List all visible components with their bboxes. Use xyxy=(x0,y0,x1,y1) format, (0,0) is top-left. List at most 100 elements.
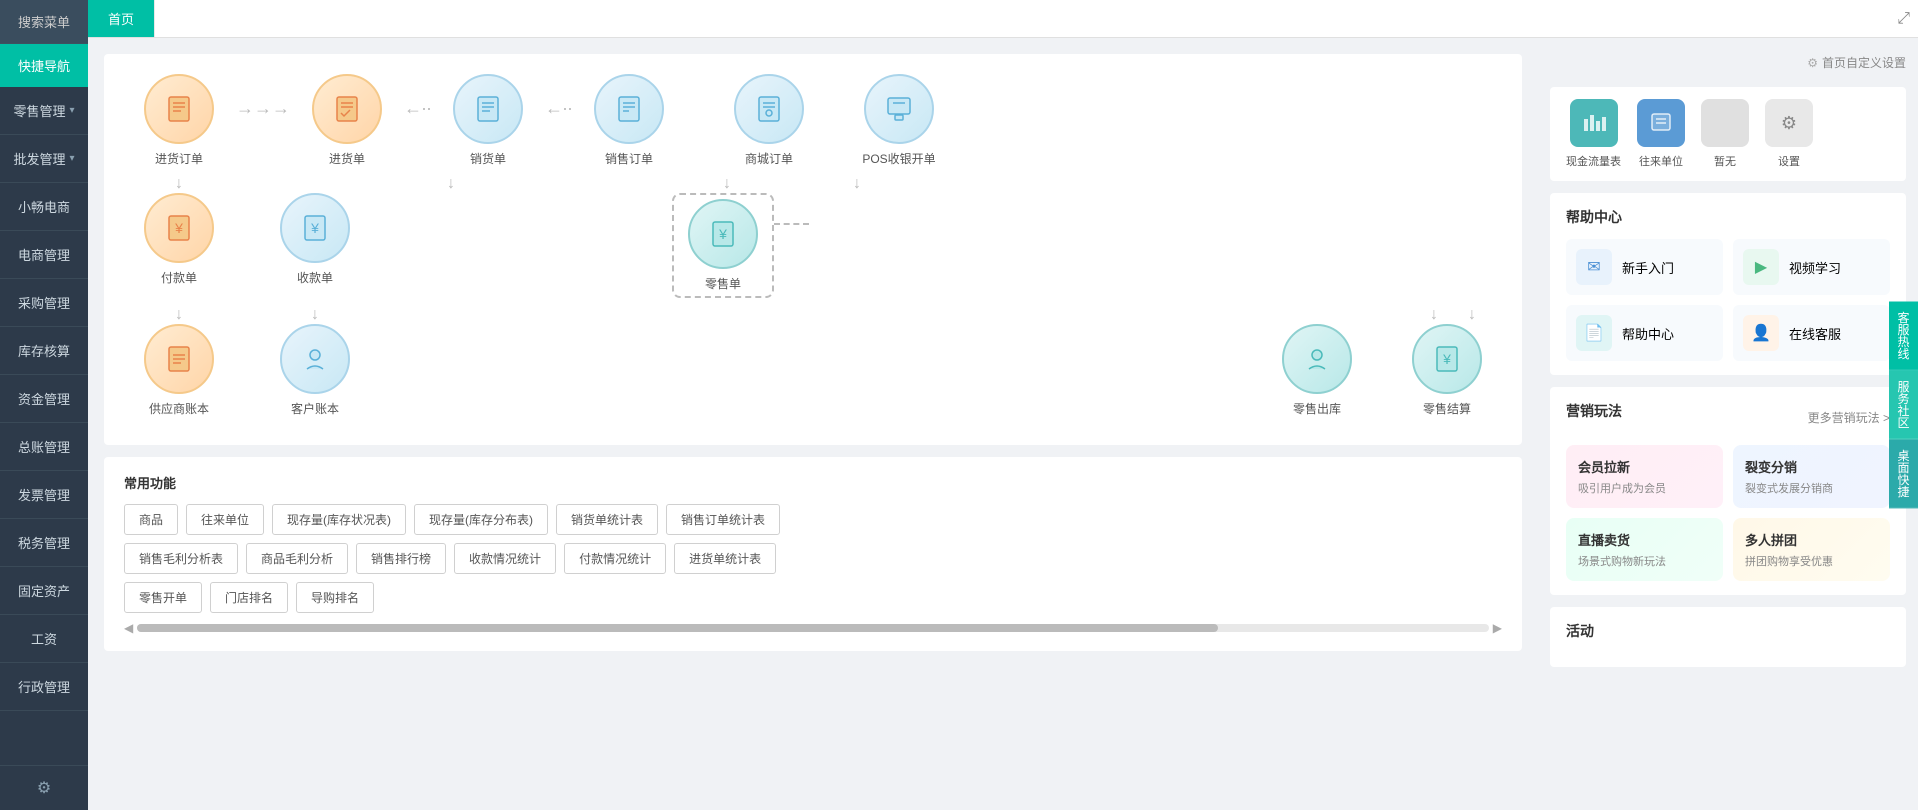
scroll-left-btn[interactable]: ◀ xyxy=(124,621,133,635)
scroll-right-btn[interactable]: ▶ xyxy=(1493,621,1502,635)
sidebar-item-assets[interactable]: 固定资产 xyxy=(0,567,88,615)
btn-store-rank[interactable]: 门店排名 xyxy=(210,582,288,613)
mkt-fission-desc: 裂变式发展分销商 xyxy=(1745,480,1878,496)
wf-node-retail[interactable]: ¥ 零售单 xyxy=(678,199,768,292)
mkt-group[interactable]: 多人拼团 拼团购物享受优惠 xyxy=(1733,518,1890,581)
qa-cashflow[interactable]: 现金流量表 xyxy=(1566,99,1621,169)
help-title: 帮助中心 xyxy=(1566,207,1890,227)
wf-node-supplier-book[interactable]: 供应商账本 xyxy=(124,324,234,417)
beginner-icon: ✉ xyxy=(1576,249,1612,285)
help-video[interactable]: ▶ 视频学习 xyxy=(1733,239,1890,295)
btn-goods-profit[interactable]: 商品毛利分析 xyxy=(246,543,348,574)
sidebar-item-ecommerce-small[interactable]: 小畅电商 xyxy=(0,183,88,231)
help-beginner[interactable]: ✉ 新手入门 xyxy=(1566,239,1723,295)
btn-order-stats[interactable]: 销售订单统计表 xyxy=(666,504,780,535)
chevron-down-icon: ▾ xyxy=(69,105,74,116)
wf-node-pos[interactable]: POS收银开单 xyxy=(844,74,954,167)
mkt-live[interactable]: 直播卖货 场景式购物新玩法 xyxy=(1566,518,1723,581)
wf-node-purchase[interactable]: 进货单 xyxy=(292,74,402,167)
scroll-thumb[interactable] xyxy=(137,624,1218,632)
sidebar-item-finance[interactable]: 资金管理 xyxy=(0,375,88,423)
btn-payment-stats[interactable]: 付款情况统计 xyxy=(564,543,666,574)
sidebar-item-invoice[interactable]: 发票管理 xyxy=(0,471,88,519)
sidebar-item-tax[interactable]: 税务管理 xyxy=(0,519,88,567)
sidebar-item-wholesale[interactable]: 批发管理 ▾ xyxy=(0,135,88,183)
retail-out-label: 零售出库 xyxy=(1293,400,1341,417)
receipt-label: 收款单 xyxy=(297,269,333,286)
sidebar-item-ledger[interactable]: 总账管理 xyxy=(0,423,88,471)
wf-node-payment[interactable]: ¥ 付款单 xyxy=(124,193,234,286)
sidebar-item-purchase[interactable]: 采购管理 xyxy=(0,279,88,327)
sidebar-item-ecommerce-mgmt[interactable]: 电商管理 xyxy=(0,231,88,279)
workflow-card: 进货订单 →→→ 进货单 ←·· 销货单 xyxy=(104,54,1522,445)
customize-settings-bar[interactable]: ⚙ 首页自定义设置 xyxy=(1550,50,1906,75)
sidebar-item-inventory[interactable]: 库存核算 xyxy=(0,327,88,375)
wf-node-retail-settle[interactable]: ¥ 零售结算 xyxy=(1392,324,1502,417)
btn-receipt-stats[interactable]: 收款情况统计 xyxy=(454,543,556,574)
marketing-grid: 会员拉新 吸引用户成为会员 裂变分销 裂变式发展分销商 直播卖货 场景式购物新玩… xyxy=(1566,445,1890,581)
sale-order-label: 销售订单 xyxy=(605,150,653,167)
receipt-icon: ¥ xyxy=(280,193,350,263)
qa-contacts[interactable]: 往来单位 xyxy=(1637,99,1685,169)
btn-contacts[interactable]: 往来单位 xyxy=(186,504,264,535)
beginner-label: 新手入门 xyxy=(1622,258,1674,277)
online-service-icon: 👤 xyxy=(1743,315,1779,351)
quick-nav[interactable]: 快捷导航 xyxy=(0,44,88,87)
help-center-item[interactable]: 📄 帮助中心 xyxy=(1566,305,1723,361)
customer-book-icon xyxy=(280,324,350,394)
scrollbar[interactable]: ◀ ▶ xyxy=(124,621,1502,635)
mkt-member-title: 会员拉新 xyxy=(1578,457,1711,476)
pos-label: POS收银开单 xyxy=(862,150,935,167)
tab-home[interactable]: 首页 xyxy=(88,0,155,37)
mkt-fission[interactable]: 裂变分销 裂变式发展分销商 xyxy=(1733,445,1890,508)
supplier-book-label: 供应商账本 xyxy=(149,400,209,417)
down-arrow-retail-area: ↓ ↓ xyxy=(1404,306,1502,324)
community-btn[interactable]: 服务社区 xyxy=(1889,371,1918,440)
wf-node-sale[interactable]: 销货单 xyxy=(433,74,543,167)
btn-stock-status[interactable]: 现存量(库存状况表) xyxy=(272,504,406,535)
svg-text:¥: ¥ xyxy=(174,220,183,236)
scroll-track xyxy=(137,624,1489,632)
retail-icon: ¥ xyxy=(688,199,758,269)
sidebar-item-salary[interactable]: 工资 xyxy=(0,615,88,663)
qa-settings[interactable]: ⚙ 设置 xyxy=(1765,99,1813,169)
btn-stock-dist[interactable]: 现存量(库存分布表) xyxy=(414,504,548,535)
mkt-member[interactable]: 会员拉新 吸引用户成为会员 xyxy=(1566,445,1723,508)
customer-service-btn[interactable]: 客服热线 xyxy=(1889,302,1918,371)
help-center: 帮助中心 ✉ 新手入门 ▶ 视频学习 📄 帮助中心 👤 xyxy=(1550,193,1906,375)
wf-node-receipt[interactable]: ¥ 收款单 xyxy=(260,193,370,286)
activity-title: 活动 xyxy=(1566,621,1890,641)
retail-settle-icon: ¥ xyxy=(1412,324,1482,394)
sidebar-item-retail[interactable]: 零售管理 ▾ xyxy=(0,87,88,135)
main-area: 首页 ⤢ 进货订单 →→→ xyxy=(88,0,1918,810)
sale-order-icon xyxy=(594,74,664,144)
down-arrow-r: ↓ xyxy=(260,306,370,324)
expand-icon[interactable]: ⤢ xyxy=(1897,10,1910,28)
btn-purchase-stats[interactable]: 进货单统计表 xyxy=(674,543,776,574)
btn-goods[interactable]: 商品 xyxy=(124,504,178,535)
wf-node-shop-order[interactable]: 商城订单 xyxy=(714,74,824,167)
settings-icon[interactable]: ⚙ xyxy=(0,765,88,810)
wf-node-retail-out[interactable]: 零售出库 xyxy=(1262,324,1372,417)
btn-guide-rank[interactable]: 导购排名 xyxy=(296,582,374,613)
wf-node-purchase-order[interactable]: 进货订单 xyxy=(124,74,234,167)
sidebar-item-admin[interactable]: 行政管理 xyxy=(0,663,88,711)
more-marketing-link[interactable]: 更多营销玩法 > xyxy=(1808,409,1890,426)
help-online-service[interactable]: 👤 在线客服 xyxy=(1733,305,1890,361)
contacts-label: 往来单位 xyxy=(1639,153,1683,169)
search-menu[interactable]: 搜索菜单 xyxy=(0,0,88,44)
down-arrow-p: ↓ xyxy=(124,306,234,324)
btn-retail-order[interactable]: 零售开单 xyxy=(124,582,202,613)
desktop-shortcut-btn[interactable]: 桌面快捷 xyxy=(1889,440,1918,509)
common-functions: 常用功能 商品 往来单位 现存量(库存状况表) 现存量(库存分布表) 销货单统计… xyxy=(104,457,1522,651)
btn-sale-stats[interactable]: 销货单统计表 xyxy=(556,504,658,535)
settings-qa-icon: ⚙ xyxy=(1765,99,1813,147)
purchase-order-icon xyxy=(144,74,214,144)
btn-sale-rank[interactable]: 销售排行榜 xyxy=(356,543,446,574)
workflow-row-2: ¥ 付款单 ¥ 收款单 xyxy=(124,193,1502,298)
btn-sale-profit[interactable]: 销售毛利分析表 xyxy=(124,543,238,574)
wf-node-customer-book[interactable]: 客户账本 xyxy=(260,324,370,417)
activity-section: 活动 xyxy=(1550,607,1906,667)
qa-none[interactable]: 暂无 xyxy=(1701,99,1749,169)
wf-node-sale-order[interactable]: 销售订单 xyxy=(574,74,684,167)
